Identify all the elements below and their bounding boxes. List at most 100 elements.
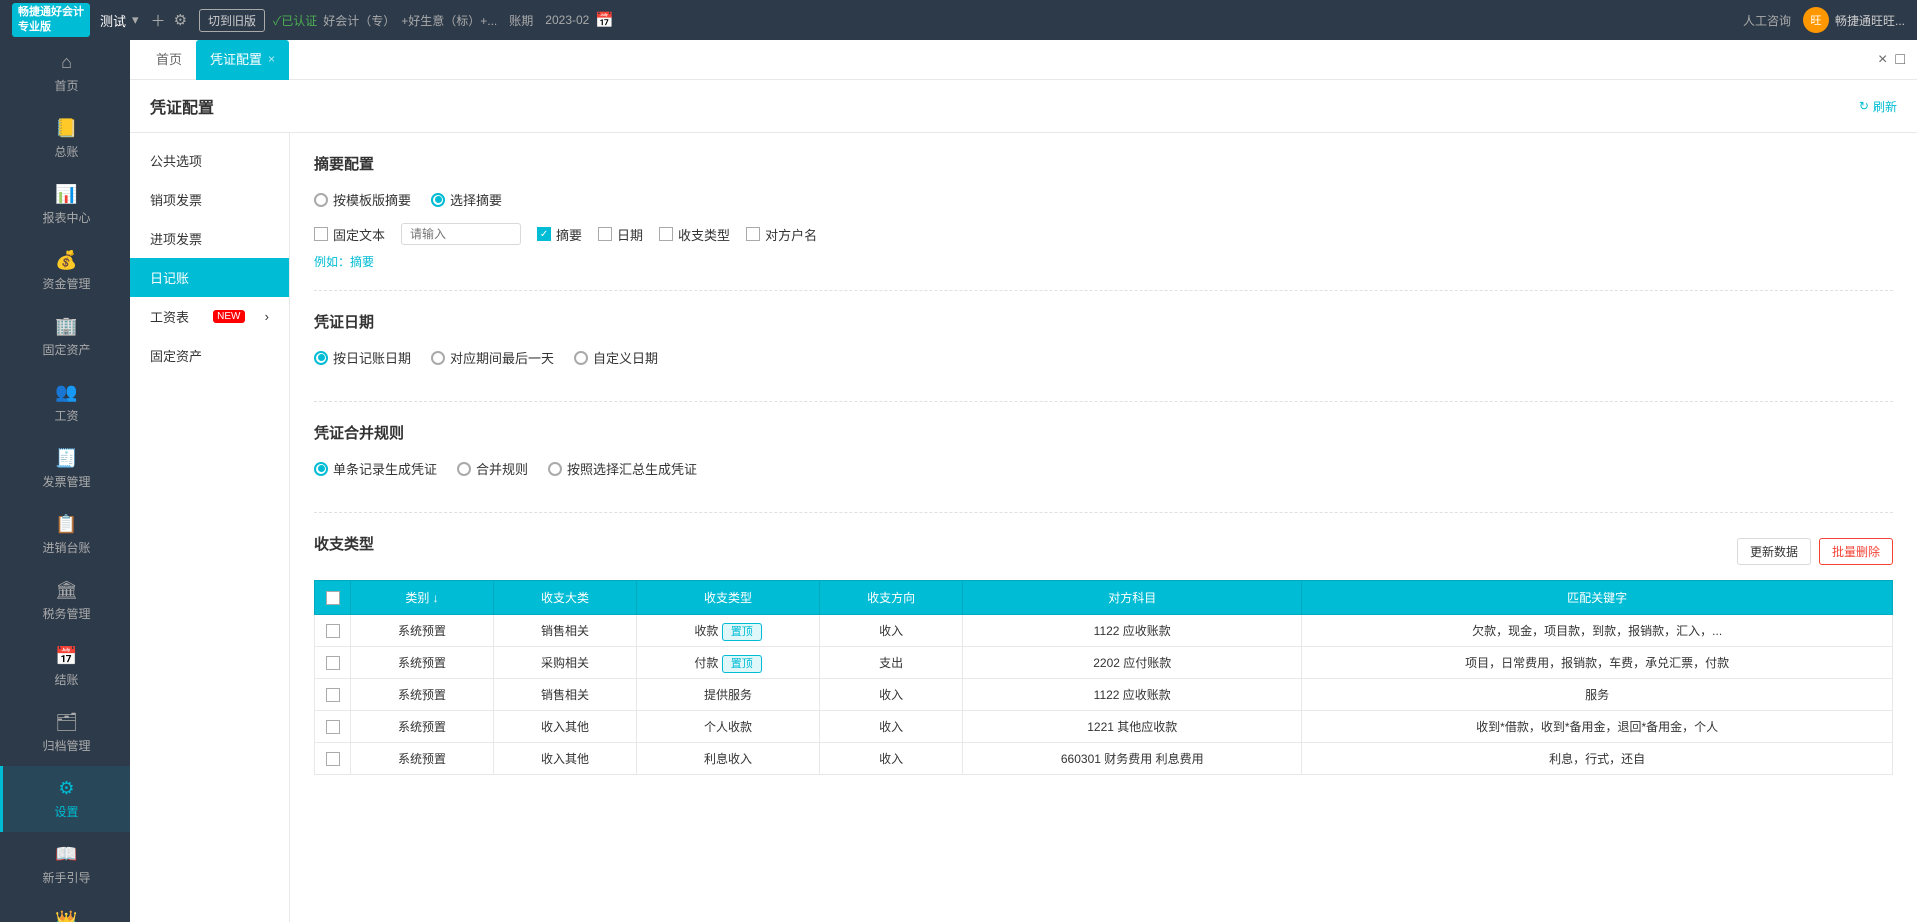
- sidebar-item-10[interactable]: 🗂归档管理: [0, 700, 130, 766]
- business-tag: +好生意（标）+...: [401, 12, 497, 29]
- radio-single-record[interactable]: 单条记录生成凭证: [314, 459, 437, 478]
- period-value: 2023-02: [545, 13, 589, 27]
- nav-item-journal[interactable]: 日记账: [130, 258, 289, 297]
- sidebar-item-11[interactable]: ⚙设置: [0, 766, 130, 832]
- row-checkbox-3[interactable]: [315, 711, 351, 743]
- batch-delete-button[interactable]: 批量删除: [1819, 538, 1893, 565]
- radio-last-day[interactable]: 对应期间最后一天: [431, 348, 554, 367]
- row-category-2: 系统预置: [351, 679, 494, 711]
- topbar: 畅捷通好会计 专业版 测试 ▾ ＋ ⚙ 切到旧版 ✓已认证 好会计（专） +好生…: [0, 0, 1917, 40]
- sidebar-item-3[interactable]: 💰资金管理: [0, 238, 130, 304]
- nav-item-fixed-assets[interactable]: 固定资产: [130, 336, 289, 375]
- sidebar-item-8[interactable]: 🏛税务管理: [0, 568, 130, 634]
- income-expense-title: 收支类型: [314, 533, 374, 554]
- sidebar-item-9[interactable]: 📅结账: [0, 634, 130, 700]
- sidebar-icon-5: 👥: [55, 382, 77, 403]
- sidebar-item-4[interactable]: 🏢固定资产: [0, 304, 130, 370]
- sidebar-item-1[interactable]: 📒总账: [0, 106, 130, 172]
- tab-home[interactable]: 首页: [142, 40, 196, 80]
- tab-voucher-config[interactable]: 凭证配置 ×: [196, 40, 289, 80]
- row-checkbox-1[interactable]: [315, 647, 351, 679]
- row-checkbox-0[interactable]: [315, 615, 351, 647]
- period-label: 账期: [509, 12, 533, 29]
- sidebar-item-6[interactable]: 🧾发票管理: [0, 436, 130, 502]
- user-menu[interactable]: 旺 畅捷通旺旺...: [1803, 7, 1905, 33]
- select-all-checkbox[interactable]: [326, 591, 340, 605]
- table-header-income-type: 收支类型: [637, 581, 820, 615]
- radio-summary-generate[interactable]: 按照选择汇总生成凭证: [548, 459, 697, 478]
- refresh-button[interactable]: ↻ 刷新: [1859, 98, 1897, 129]
- update-data-button[interactable]: 更新数据: [1737, 538, 1811, 565]
- voucher-merge-radio-group: 单条记录生成凭证 合并规则 按照选择汇总生成凭证: [314, 459, 1893, 478]
- sidebar-item-7[interactable]: 📋进销台账: [0, 502, 130, 568]
- nav-item-purchase-invoice[interactable]: 进项发票: [130, 219, 289, 258]
- sidebar-item-2[interactable]: 📊报表中心: [0, 172, 130, 238]
- calendar-icon[interactable]: 📅: [595, 11, 614, 29]
- checkbox-counterparty[interactable]: 对方户名: [746, 225, 817, 244]
- sidebar-icon-6: 🧾: [55, 448, 77, 469]
- new-badge: NEW: [213, 310, 244, 323]
- sidebar: ⌂首页📒总账📊报表中心💰资金管理🏢固定资产👥工资🧾发票管理📋进销台账🏛税务管理📅…: [0, 40, 130, 922]
- table-header-direction: 收支方向: [820, 581, 963, 615]
- switch-version-button[interactable]: 切到旧版: [199, 9, 265, 32]
- checkbox-fixed-text[interactable]: 固定文本: [314, 225, 385, 244]
- checkbox-summary[interactable]: ✓ 摘要: [537, 225, 582, 244]
- row-subject-3: 1221 其他应收款: [963, 711, 1302, 743]
- page-title: 凭证配置: [150, 94, 214, 132]
- sidebar-icon-1: 📒: [55, 118, 77, 139]
- row-keywords-1: 项目，日常费用，报销款，车费，承兑汇票，付款: [1302, 647, 1893, 679]
- add-icon[interactable]: ＋: [151, 10, 166, 31]
- radio-template-summary[interactable]: 按模板版摘要: [314, 190, 411, 209]
- row-major-type-1: 采购相关: [494, 647, 637, 679]
- reset-badge-1[interactable]: 置顶: [722, 655, 762, 673]
- reset-badge-0[interactable]: 置顶: [722, 623, 762, 641]
- tab-close-icon[interactable]: ×: [268, 52, 275, 66]
- nav-item-payroll[interactable]: 工资表 NEW ›: [130, 297, 289, 336]
- tab-bar: 首页 凭证配置 × × □: [130, 40, 1917, 80]
- radio-journal-date-circle: [314, 351, 328, 365]
- service-button[interactable]: 人工咨询: [1743, 12, 1791, 29]
- window-max-button[interactable]: □: [1895, 51, 1905, 69]
- date-checkbox-box: [598, 227, 612, 241]
- row-income-type-4: 利息收入: [637, 743, 820, 775]
- page-header: 凭证配置 ↻ 刷新: [130, 80, 1917, 133]
- summary-config-title: 摘要配置: [314, 153, 1893, 174]
- nav-item-sales-invoice[interactable]: 销项发票: [130, 180, 289, 219]
- certified-tag: ✓已认证: [273, 12, 317, 29]
- content-area: 首页 凭证配置 × × □ 凭证配置 ↻ 刷新 公共选项: [130, 40, 1917, 922]
- sidebar-icon-10: 🗂: [55, 712, 78, 733]
- table-header-keywords: 匹配关键字: [1302, 581, 1893, 615]
- row-direction-3: 收入: [820, 711, 963, 743]
- row-checkbox-2[interactable]: [315, 679, 351, 711]
- window-close-button[interactable]: ×: [1878, 51, 1887, 69]
- row-category-4: 系统预置: [351, 743, 494, 775]
- table-row: 系统预置 销售相关 收款 置顶 收入 1122 应收账款 欠款，现金，项目款，到…: [315, 615, 1893, 647]
- voucher-date-section: 凭证日期 按日记账日期 对应期间最后一天 自定义日期: [314, 311, 1893, 402]
- table-row: 系统预置 收入其他 利息收入 收入 660301 财务费用 利息费用 利息，行式…: [315, 743, 1893, 775]
- radio-last-day-circle: [431, 351, 445, 365]
- summary-checkbox-row: 固定文本 ✓ 摘要 日期 收支类型: [314, 223, 1893, 245]
- radio-merge-rule[interactable]: 合并规则: [457, 459, 528, 478]
- refresh-icon: ↻: [1859, 99, 1869, 113]
- checkbox-payment-type[interactable]: 收支类型: [659, 225, 730, 244]
- sidebar-item-12[interactable]: 📖新手引导: [0, 832, 130, 898]
- radio-select-summary[interactable]: 选择摘要: [431, 190, 502, 209]
- category-sort[interactable]: 类别 ↓: [361, 589, 483, 606]
- row-major-type-0: 销售相关: [494, 615, 637, 647]
- table-header-checkbox[interactable]: [315, 581, 351, 615]
- fixed-text-input[interactable]: [401, 223, 521, 245]
- radio-journal-date[interactable]: 按日记账日期: [314, 348, 411, 367]
- checkbox-date[interactable]: 日期: [598, 225, 643, 244]
- topbar-dropdown-icon[interactable]: ▾: [132, 12, 139, 28]
- sidebar-item-0[interactable]: ⌂首页: [0, 40, 130, 106]
- radio-custom-date[interactable]: 自定义日期: [574, 348, 658, 367]
- nav-item-public[interactable]: 公共选项: [130, 141, 289, 180]
- settings-icon[interactable]: ⚙: [174, 11, 187, 29]
- row-checkbox-4[interactable]: [315, 743, 351, 775]
- summary-checkbox-box: ✓: [537, 227, 551, 241]
- sidebar-item-5[interactable]: 👥工资: [0, 370, 130, 436]
- sidebar-item-13[interactable]: 👑畅会员: [0, 898, 130, 922]
- radio-single-record-circle: [314, 462, 328, 476]
- row-category-1: 系统预置: [351, 647, 494, 679]
- voucher-date-title: 凭证日期: [314, 311, 1893, 332]
